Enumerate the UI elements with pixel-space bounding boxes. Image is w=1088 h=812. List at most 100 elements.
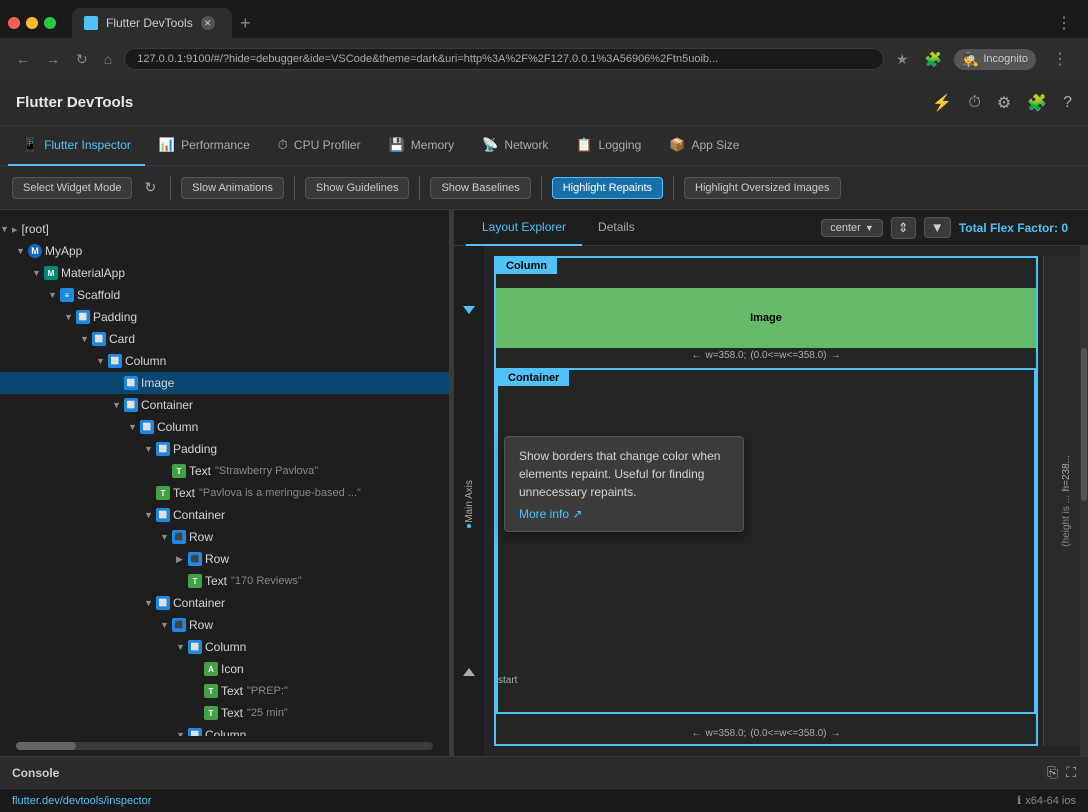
tree-item-row2[interactable]: ▶ ⬛ Row <box>0 548 449 570</box>
slow-animations-btn[interactable]: Slow Animations <box>181 177 284 199</box>
dim-row-1: ← w=358.0; (0.0<=w<=358.0) → <box>496 350 1036 361</box>
tab-logging[interactable]: 📋 Logging <box>562 126 655 166</box>
dim-row-2: ← w=358.0; (0.0<=w<=358.0) → <box>496 728 1036 739</box>
tree-item-myapp[interactable]: ▼ M MyApp <box>0 240 449 262</box>
tab-close-btn[interactable]: ✕ <box>201 16 215 30</box>
text-25min-icon: T <box>204 706 218 720</box>
incognito-label: Incognito <box>983 53 1028 65</box>
tab-details[interactable]: Details <box>582 210 651 246</box>
tree-item-column4[interactable]: ▼ ⬜ Column <box>0 724 449 736</box>
copy-console-btn[interactable]: ⎘ <box>1047 764 1058 781</box>
tab-performance[interactable]: 📊 Performance <box>145 126 264 166</box>
row2-icon: ⬛ <box>188 552 202 566</box>
show-baselines-btn[interactable]: Show Baselines <box>430 177 530 199</box>
back-button[interactable]: ← <box>12 47 34 71</box>
tree-item-text-prep[interactable]: T Text "PREP:" <box>0 680 449 702</box>
tree-item-text-pavlova[interactable]: T Text "Pavlova is a meringue-based ..." <box>0 482 449 504</box>
tooltip-more-info-link[interactable]: More info ↗ <box>519 507 729 521</box>
tree-scroll[interactable]: ▼ ▸ [root] ▼ M MyApp ▼ M MaterialApp <box>0 210 449 736</box>
forward-button[interactable]: → <box>42 47 64 71</box>
tree-item-card[interactable]: ▼ ⬜ Card <box>0 328 449 350</box>
root-label: [root] <box>22 222 49 236</box>
tab-network[interactable]: 📡 Network <box>468 126 562 166</box>
icon-widget-label: Icon <box>221 662 244 676</box>
image-box[interactable]: Image <box>496 288 1036 348</box>
card-icon: ⬜ <box>92 332 106 346</box>
height-range: (height is ... <box>1061 495 1072 547</box>
tree-item-row3[interactable]: ▼ ⬛ Row <box>0 614 449 636</box>
scaffold-icon: ≡ <box>60 288 74 302</box>
tooltip-text: Show borders that change color when elem… <box>519 447 729 501</box>
tree-item-padding1[interactable]: ▼ ⬜ Padding <box>0 306 449 328</box>
padding1-label: Padding <box>93 310 137 324</box>
flutter-inspector-icon: 📱 <box>22 137 38 153</box>
tree-item-column2[interactable]: ▼ ⬜ Column <box>0 416 449 438</box>
address-bar[interactable] <box>124 48 884 70</box>
text-reviews-value: "170 Reviews" <box>231 575 302 587</box>
home-button[interactable]: ⌂ <box>100 47 116 71</box>
help-icon-btn[interactable]: ? <box>1063 94 1072 112</box>
expand-btn[interactable]: ▼ <box>924 217 951 238</box>
tree-item-image[interactable]: ⬜ Image <box>0 372 449 394</box>
devtools-link[interactable]: flutter.dev/devtools/inspector <box>12 795 151 807</box>
console-label: Console <box>12 766 59 780</box>
icon-widget-icon: A <box>204 662 218 676</box>
tab-cpu-profiler[interactable]: ⏱ CPU Profiler <box>264 126 375 166</box>
fullscreen-console-btn[interactable]: ⛶ <box>1066 764 1076 781</box>
lightning-icon-btn[interactable]: ⚡ <box>932 93 952 113</box>
tree-item-scaffold[interactable]: ▼ ≡ Scaffold <box>0 284 449 306</box>
folder-icon: ▸ <box>12 223 18 236</box>
tree-item-text-25min[interactable]: T Text "25 min" <box>0 702 449 724</box>
info-icon: ℹ <box>1017 794 1021 807</box>
history-icon-btn[interactable]: ⏱ <box>968 94 980 112</box>
scrollbar-thumb[interactable] <box>16 742 76 750</box>
network-icon: 📡 <box>482 137 498 153</box>
refresh-button[interactable]: ↻ <box>72 47 92 72</box>
settings-icon-btn[interactable]: ⚙ <box>997 93 1011 113</box>
chrome-more-button[interactable]: ⋮ <box>1044 45 1076 73</box>
tab-layout-explorer[interactable]: Layout Explorer <box>466 210 582 246</box>
tree-item-root[interactable]: ▼ ▸ [root] <box>0 218 449 240</box>
container-box[interactable]: Container flex: null ▼ unconstrained ver… <box>496 368 1036 714</box>
new-tab-button[interactable]: + <box>232 13 259 34</box>
tab-memory[interactable]: 💾 Memory <box>375 126 469 166</box>
tree-item-container2[interactable]: ▼ ⬜ Container <box>0 504 449 526</box>
mac-maximize-btn[interactable] <box>44 17 56 29</box>
tree-item-padding2[interactable]: ▼ ⬜ Padding <box>0 438 449 460</box>
tree-item-text-reviews[interactable]: T Text "170 Reviews" <box>0 570 449 592</box>
row3-label: Row <box>189 618 213 632</box>
highlight-repaints-tooltip: Show borders that change color when elem… <box>504 436 744 532</box>
tree-item-row1[interactable]: ▼ ⬛ Row <box>0 526 449 548</box>
puzzle-icon-btn[interactable]: 🧩 <box>1027 93 1047 113</box>
column3-icon: ⬜ <box>188 640 202 654</box>
show-guidelines-btn[interactable]: Show Guidelines <box>305 177 410 199</box>
active-browser-tab[interactable]: Flutter DevTools ✕ <box>72 8 232 38</box>
main-tabs: 📱 Flutter Inspector 📊 Performance ⏱ CPU … <box>0 126 1088 166</box>
right-scrollbar[interactable] <box>1080 246 1088 756</box>
tree-item-container3[interactable]: ▼ ⬜ Container <box>0 592 449 614</box>
mac-close-btn[interactable] <box>8 17 20 29</box>
tab-app-size[interactable]: 📦 App Size <box>655 126 753 166</box>
align-dropdown[interactable]: center ▼ <box>821 219 883 237</box>
scrollbar-thumb-right[interactable] <box>1081 348 1087 501</box>
myapp-label: MyApp <box>45 244 82 258</box>
highlight-repaints-btn[interactable]: Highlight Repaints <box>552 177 663 199</box>
tree-item-icon[interactable]: A Icon <box>0 658 449 680</box>
tree-item-materialapp[interactable]: ▼ M MaterialApp <box>0 262 449 284</box>
bookmark-button[interactable]: ★ <box>892 47 913 72</box>
tree-item-text-strawberry[interactable]: T Text "Strawberry Pavlova" <box>0 460 449 482</box>
tree-item-container1[interactable]: ▼ ⬜ Container <box>0 394 449 416</box>
tree-item-column1[interactable]: ▼ ⬜ Column <box>0 350 449 372</box>
highlight-oversized-btn[interactable]: Highlight Oversized Images <box>684 177 841 199</box>
browser-more-button[interactable]: ⋮ <box>1048 9 1080 37</box>
text-strawberry-value: "Strawberry Pavlova" <box>215 465 318 477</box>
tree-horizontal-scrollbar[interactable] <box>16 742 433 750</box>
refresh-btn[interactable]: ↻ <box>140 175 160 200</box>
column2-icon: ⬜ <box>140 420 154 434</box>
select-widget-mode-btn[interactable]: Select Widget Mode <box>12 177 132 199</box>
mac-minimize-btn[interactable] <box>26 17 38 29</box>
tree-item-column3[interactable]: ▼ ⬜ Column <box>0 636 449 658</box>
tab-flutter-inspector[interactable]: 📱 Flutter Inspector <box>8 126 145 166</box>
column-align-btn[interactable]: ⇕ <box>891 217 916 239</box>
extension-button[interactable]: 🧩 <box>920 47 945 72</box>
